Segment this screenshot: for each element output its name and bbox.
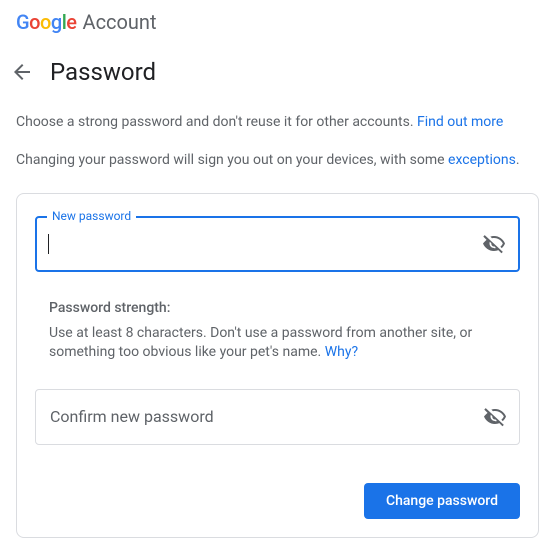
find-out-more-link[interactable]: Find out more (417, 114, 503, 130)
actions-row: Change password (35, 483, 520, 519)
password-strength-block: Password strength: Use at least 8 charac… (35, 300, 520, 363)
strength-title: Password strength: (49, 300, 506, 316)
strength-body: Use at least 8 characters. Don't use a p… (49, 324, 506, 363)
intro-line-1: Choose a strong password and don't reuse… (0, 94, 555, 132)
intro-line-2: Changing your password will sign you out… (0, 132, 555, 170)
titlebar: Password (0, 40, 555, 94)
app-header: Google Account (0, 0, 555, 40)
intro-text-1: Choose a strong password and don't reuse… (16, 114, 417, 130)
exceptions-link[interactable]: exceptions (448, 152, 516, 168)
visibility-off-icon[interactable] (482, 232, 506, 256)
password-card: New password Password strength: Use at l… (16, 193, 539, 538)
new-password-label: New password (47, 209, 136, 223)
confirm-placeholder: Confirm new password (50, 407, 214, 426)
google-logo: Google (16, 10, 77, 34)
strength-text: Use at least 8 characters. Don't use a p… (49, 325, 472, 361)
intro-text-2-post: . (516, 152, 520, 168)
confirm-password-input[interactable]: Confirm new password (35, 389, 520, 445)
why-link[interactable]: Why? (325, 344, 358, 360)
visibility-off-icon[interactable] (483, 405, 507, 429)
new-password-input[interactable]: New password (35, 216, 520, 272)
text-cursor (48, 234, 49, 254)
page-title: Password (50, 58, 156, 86)
account-label: Account (83, 10, 157, 34)
change-password-button[interactable]: Change password (364, 483, 520, 519)
intro-text-2: Changing your password will sign you out… (16, 152, 448, 168)
back-arrow-icon[interactable] (10, 60, 34, 84)
